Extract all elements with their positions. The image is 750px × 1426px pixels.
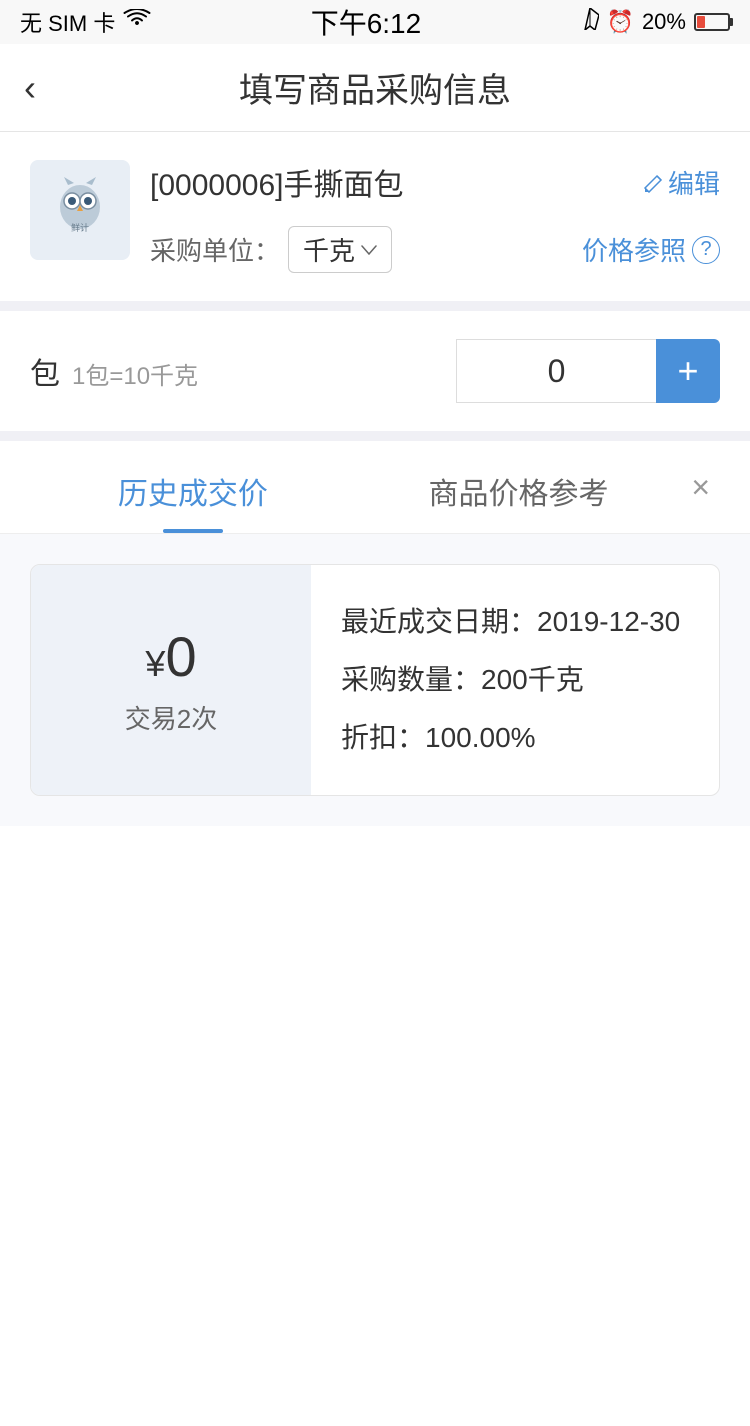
tabs-container: 历史成交价 商品价格参考 × xyxy=(0,441,750,534)
price-content: ¥0 交易2次 最近成交日期：2019-12-30 采购数量：200千克 折扣：… xyxy=(0,534,750,826)
product-card: 鲜计 [0000006]手撕面包 编辑 采购单位： 千克 xyxy=(0,132,750,301)
purchase-qty-row: 采购数量：200千克 xyxy=(341,659,689,701)
page-title: 填写商品采购信息 xyxy=(239,63,511,112)
price-value: 0 xyxy=(165,625,196,688)
discount-row: 折扣：100.00% xyxy=(341,717,689,759)
currency-symbol: ¥ xyxy=(145,643,165,684)
time-display: 下午6:12 xyxy=(311,2,422,42)
unit-row: 采购单位： 千克 价格参照 ? xyxy=(150,226,720,273)
tab-history-price[interactable]: 历史成交价 xyxy=(30,441,356,533)
price-summary: ¥0 交易2次 xyxy=(31,565,311,795)
purchase-qty-value: 200千克 xyxy=(481,664,584,695)
alarm-icon: ⏰ xyxy=(607,9,634,35)
carrier-text: 无 SIM 卡 xyxy=(20,6,115,38)
price-reference-button[interactable]: 价格参照 ? xyxy=(582,231,720,268)
status-bar: 无 SIM 卡 下午6:12 ⏰ 20% xyxy=(0,0,750,44)
wifi-icon xyxy=(123,9,151,35)
tab-price-reference[interactable]: 商品价格参考 xyxy=(356,441,682,533)
product-header: [0000006]手撕面包 编辑 xyxy=(150,160,720,204)
recent-date-label: 最近成交日期： xyxy=(341,606,537,637)
back-button[interactable]: ‹ xyxy=(24,67,36,109)
svg-text:鲜计: 鲜计 xyxy=(71,222,89,233)
battery-icon xyxy=(694,13,730,31)
qty-sub-label: 1包=10千克 xyxy=(72,356,198,391)
unit-label: 采购单位： xyxy=(150,231,280,268)
recent-date-value: 2019-12-30 xyxy=(537,606,680,637)
product-name: [0000006]手撕面包 xyxy=(150,160,403,204)
status-right: ⏰ 20% xyxy=(581,8,730,36)
price-card: ¥0 交易2次 最近成交日期：2019-12-30 采购数量：200千克 折扣：… xyxy=(30,564,720,796)
price-display: ¥0 xyxy=(145,624,196,689)
purchase-qty-label: 采购数量： xyxy=(341,664,481,695)
edit-button[interactable]: 编辑 xyxy=(642,164,720,201)
price-details: 最近成交日期：2019-12-30 采购数量：200千克 折扣：100.00% xyxy=(311,565,719,795)
qty-control: 0 + xyxy=(456,339,720,403)
battery-percent: 20% xyxy=(642,9,686,35)
qty-unit-label: 包 xyxy=(30,349,60,393)
unit-selector[interactable]: 千克 xyxy=(288,226,392,273)
status-left: 无 SIM 卡 xyxy=(20,6,151,38)
discount-label: 折扣： xyxy=(341,722,425,753)
main-background xyxy=(0,826,750,1426)
recent-date-row: 最近成交日期：2019-12-30 xyxy=(341,601,689,643)
quantity-input[interactable]: 0 xyxy=(456,339,656,403)
close-button[interactable]: × xyxy=(681,459,720,516)
quantity-row: 包 1包=10千克 0 + xyxy=(0,311,750,431)
product-info: [0000006]手撕面包 编辑 采购单位： 千克 xyxy=(150,160,720,273)
help-icon: ? xyxy=(692,236,720,264)
qty-label-group: 包 1包=10千克 xyxy=(30,349,198,393)
product-logo-icon: 鲜计 xyxy=(50,175,110,245)
nav-bar: ‹ 填写商品采购信息 xyxy=(0,44,750,132)
divider-1 xyxy=(0,301,750,311)
trade-count: 交易2次 xyxy=(125,699,217,736)
discount-value: 100.00% xyxy=(425,722,536,753)
product-image: 鲜计 xyxy=(30,160,130,260)
qty-plus-button[interactable]: + xyxy=(656,339,720,403)
location-icon xyxy=(581,8,599,36)
